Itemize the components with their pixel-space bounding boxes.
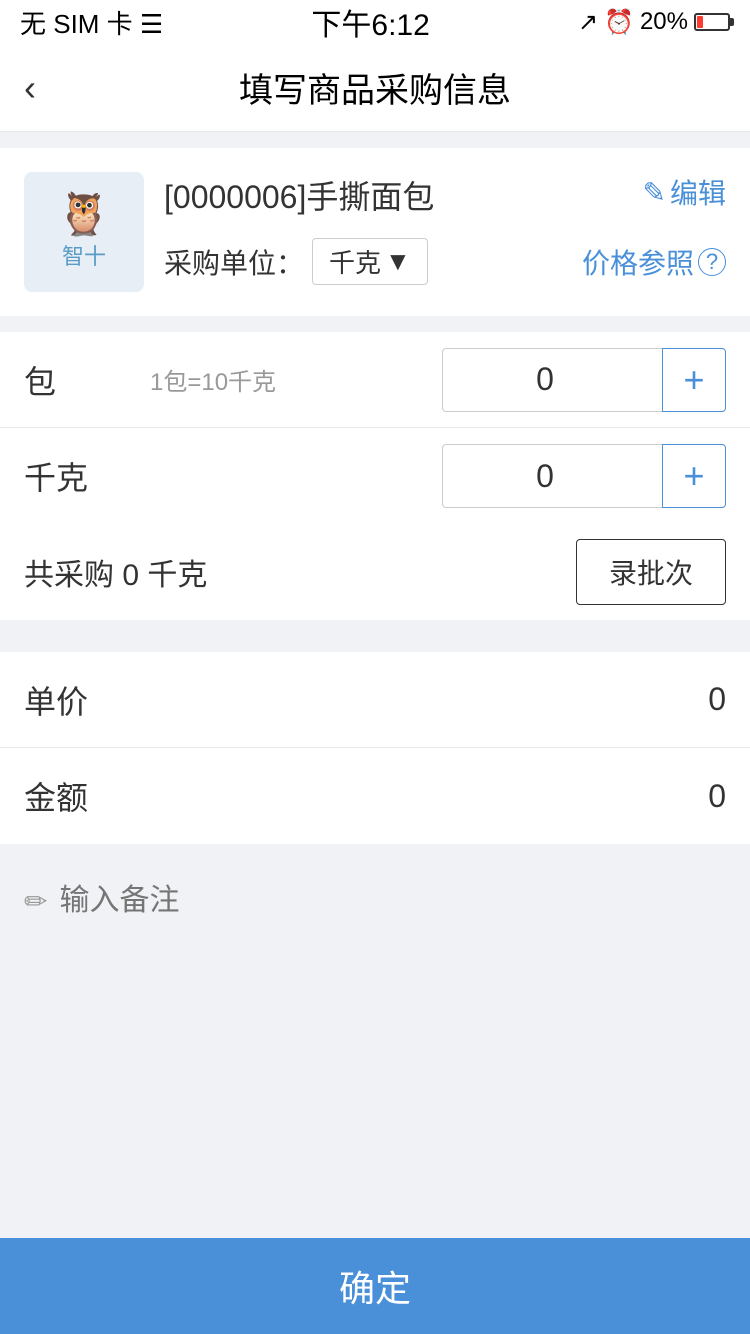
total-row: 共采购 0 千克 录批次 [0,524,750,620]
product-image-label: 智十 [62,239,106,271]
remark-input[interactable] [59,884,726,918]
chevron-down-icon: ▼ [385,246,411,277]
unit-price-label: 单价 [24,677,88,723]
back-button[interactable]: ‹ [24,67,36,109]
bag-input-right: + [442,348,726,412]
kg-input-row: 千克 + [0,428,750,524]
battery-percent: 20% [640,8,688,36]
unit-value: 千克 [329,243,381,280]
status-time: 下午6:12 [311,0,429,44]
bag-input-row: 包 1包=10千克 + [0,332,750,428]
product-image: 🦉 智十 [24,172,144,292]
product-info: [0000006]手撕面包 ✎ 编辑 采购单位： 千克 ▼ 价格参照 ? [164,172,726,285]
bag-plus-button[interactable]: + [662,348,726,412]
product-info-bottom: 采购单位： 千克 ▼ 价格参照 ? [164,238,726,285]
location-icon: ↗ [578,8,598,37]
unit-price-row: 单价 0 [0,652,750,748]
product-card: 🦉 智十 [0000006]手撕面包 ✎ 编辑 采购单位： 千克 ▼ 价格参照 … [0,148,750,316]
content-spacer [0,942,750,1238]
amount-row: 金额 0 [0,748,750,844]
kg-quantity-input[interactable] [442,444,662,508]
record-batch-button[interactable]: 录批次 [576,539,726,605]
price-reference-button[interactable]: 价格参照 ? [582,242,726,282]
help-icon: ? [698,248,726,276]
edit-label: 编辑 [670,172,726,212]
product-owl-icon: 🦉 [58,193,110,235]
purchase-unit-label: 采购单位： [164,242,304,282]
bag-label: 包 [24,357,144,403]
amount-label: 金额 [24,773,88,819]
total-label: 共采购 [24,559,114,592]
confirm-button[interactable]: 确定 [0,1238,750,1334]
alarm-icon: ⏰ [604,8,634,37]
kg-input-right: + [442,444,726,508]
battery-icon [694,13,730,31]
unit-select[interactable]: 千克 ▼ [312,238,428,285]
status-bar: 无 SIM 卡 ☰ 下午6:12 ↗ ⏰ 20% [0,0,750,44]
remark-section[interactable]: ✏ [0,860,750,942]
status-right: ↗ ⏰ 20% [578,8,730,37]
product-info-top: [0000006]手撕面包 ✎ 编辑 [164,172,726,218]
total-unit: 千克 [147,559,207,592]
divider-1 [0,316,750,332]
amount-value: 0 [708,778,726,815]
divider-2 [0,620,750,636]
price-ref-label: 价格参照 [582,242,694,282]
product-name: [0000006]手撕面包 [164,172,434,218]
edit-button[interactable]: ✎ 编辑 [643,172,726,212]
kg-plus-button[interactable]: + [662,444,726,508]
no-sim-text: 无 SIM 卡 ☰ [20,4,163,41]
pencil-icon: ✏ [24,885,47,918]
total-purchase-text: 共采购 0 千克 [24,550,207,594]
bag-sublabel: 1包=10千克 [150,362,276,397]
page-title: 填写商品采购信息 [239,63,511,112]
status-left: 无 SIM 卡 ☰ [20,4,163,41]
purchase-unit: 采购单位： 千克 ▼ [164,238,428,285]
total-value: 0 [122,559,139,592]
input-section: 包 1包=10千克 + 千克 + [0,332,750,524]
nav-bar: ‹ 填写商品采购信息 [0,44,750,132]
kg-label: 千克 [24,453,144,499]
unit-price-value: 0 [708,681,726,718]
bag-quantity-input[interactable] [442,348,662,412]
price-section: 单价 0 金额 0 [0,652,750,844]
edit-icon: ✎ [643,176,666,209]
